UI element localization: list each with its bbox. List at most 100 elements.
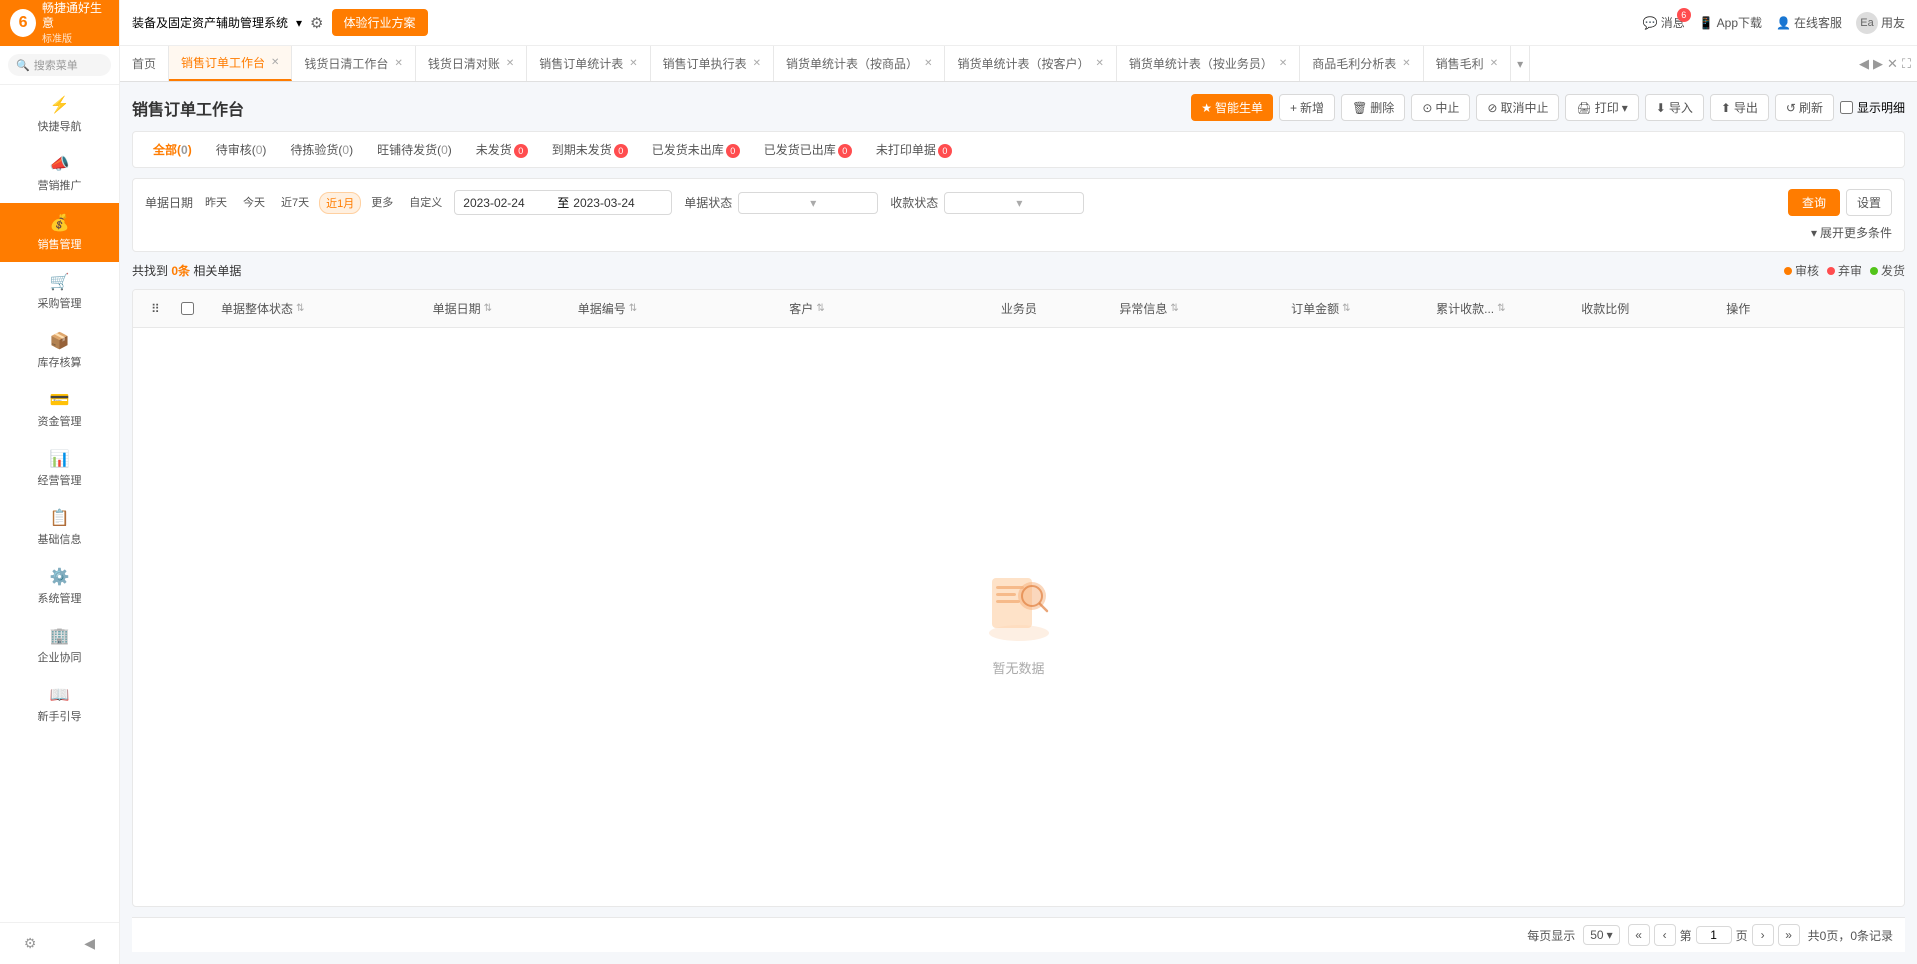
shortcut-yesterday[interactable]: 昨天 bbox=[199, 192, 233, 214]
batch-audit-btn[interactable]: 审核 bbox=[1784, 262, 1819, 279]
import-btn[interactable]: ⬇ 导入 bbox=[1645, 94, 1704, 121]
filter-tab-unprinted[interactable]: 未打印单据0 bbox=[866, 138, 962, 161]
tab-cash-reconcile[interactable]: 钱货日清对账 ✕ bbox=[416, 46, 527, 81]
per-page-select[interactable]: 50 ▾ bbox=[1583, 925, 1619, 945]
sidebar-item-corp[interactable]: 🏢 企业协同 bbox=[0, 616, 119, 675]
sidebar-item-sales[interactable]: 💰 销售管理 bbox=[0, 203, 119, 262]
sidebar-item-quick[interactable]: ⚡ 快捷导航 bbox=[0, 85, 119, 144]
tab-home[interactable]: 首页 bbox=[120, 46, 169, 81]
tab-close-icon[interactable]: ✕ bbox=[1095, 58, 1103, 69]
sidebar-item-finance[interactable]: 💳 资金管理 bbox=[0, 380, 119, 439]
tab-sales-order-workbench[interactable]: 销售订单工作台 ✕ bbox=[169, 46, 292, 81]
topbar-settings-btn[interactable]: ⚙ bbox=[310, 14, 323, 32]
tab-next-icon[interactable]: ▶ bbox=[1873, 56, 1883, 72]
tab-close-icon[interactable]: ✕ bbox=[394, 58, 402, 69]
solution-button[interactable]: 体验行业方案 bbox=[332, 9, 428, 36]
sidebar-collapse-btn[interactable]: ◀ bbox=[80, 931, 99, 956]
th-customer[interactable]: 客户 ⇅ bbox=[783, 300, 995, 317]
sidebar-item-purchase[interactable]: 🛒 采购管理 bbox=[0, 262, 119, 321]
stop-btn[interactable]: ⊙ 中止 bbox=[1411, 94, 1470, 121]
sidebar-item-system[interactable]: ⚙️ 系统管理 bbox=[0, 557, 119, 616]
th-checkbox[interactable] bbox=[175, 302, 215, 315]
th-exception[interactable]: 异常信息 ⇅ bbox=[1113, 300, 1285, 317]
first-page-btn[interactable]: « bbox=[1628, 924, 1650, 946]
filter-tab-all[interactable]: 全部(0) bbox=[143, 138, 202, 161]
shortcut-7days[interactable]: 近7天 bbox=[275, 192, 315, 214]
tab-close-icon[interactable]: ✕ bbox=[924, 58, 932, 69]
filter-tab-overdue[interactable]: 到期未发货0 bbox=[542, 138, 638, 161]
tab-sales-stat[interactable]: 销售订单统计表 ✕ bbox=[527, 46, 650, 81]
last-page-btn[interactable]: » bbox=[1778, 924, 1800, 946]
sidebar-item-guide[interactable]: 📖 新手引导 bbox=[0, 675, 119, 734]
tab-close-icon[interactable]: ✕ bbox=[1279, 58, 1287, 69]
th-collected[interactable]: 累计收款... ⇅ bbox=[1430, 300, 1575, 317]
cancel-stop-btn[interactable]: ⊘ 取消中止 bbox=[1476, 94, 1559, 121]
filter-tab-wangpu[interactable]: 旺铺待发货(0) bbox=[367, 138, 462, 161]
filter-tab-pending[interactable]: 待审核(0) bbox=[206, 138, 277, 161]
show-detail-label[interactable]: 显示明细 bbox=[1840, 99, 1905, 116]
print-btn[interactable]: 🖨 打印 ▾ bbox=[1565, 94, 1638, 121]
prev-page-btn[interactable]: ‹ bbox=[1654, 924, 1676, 946]
messages-btn[interactable]: 💬 消息 6 bbox=[1643, 14, 1685, 31]
th-amount[interactable]: 订单金额 ⇅ bbox=[1285, 300, 1430, 317]
next-page-btn[interactable]: › bbox=[1752, 924, 1774, 946]
shortcut-1month[interactable]: 近1月 bbox=[319, 192, 361, 214]
app-download-btn[interactable]: 📱 App下载 bbox=[1699, 14, 1762, 31]
sidebar-item-basic[interactable]: 📋 基础信息 bbox=[0, 498, 119, 557]
sort-icon: ⇅ bbox=[816, 303, 824, 314]
tab-sales-summary-staff[interactable]: 销货单统计表（按业务员） ✕ bbox=[1117, 46, 1300, 81]
user-menu-btn[interactable]: Ea 用友 bbox=[1856, 12, 1905, 34]
select-all-checkbox[interactable] bbox=[181, 302, 194, 315]
sidebar-item-operation[interactable]: 📊 经营管理 bbox=[0, 439, 119, 498]
tab-close-icon[interactable]: ✕ bbox=[271, 57, 279, 68]
total-records: 共0页，0条记录 bbox=[1808, 927, 1893, 944]
filter-tab-shipped-out[interactable]: 已发货已出库0 bbox=[754, 138, 862, 161]
tab-close-icon[interactable]: ✕ bbox=[629, 58, 637, 69]
filter-tab-shipped-no-out[interactable]: 已发货未出库0 bbox=[642, 138, 750, 161]
tab-sales-summary-prod[interactable]: 销货单统计表（按商品） ✕ bbox=[774, 46, 945, 81]
tab-close-icon[interactable]: ✕ bbox=[1490, 58, 1498, 69]
smart-order-btn[interactable]: ★ 智能生单 bbox=[1191, 94, 1273, 121]
online-service-btn[interactable]: 👤 在线客服 bbox=[1776, 14, 1842, 31]
th-status[interactable]: 单据整体状态 ⇅ bbox=[215, 300, 427, 317]
sidebar-item-marketing[interactable]: 📣 营销推广 bbox=[0, 144, 119, 203]
show-detail-checkbox[interactable] bbox=[1840, 101, 1853, 114]
tab-sales-summary-cust[interactable]: 销货单统计表（按客户） ✕ bbox=[945, 46, 1116, 81]
expand-filters-btn[interactable]: ▾ 展开更多条件 bbox=[1811, 224, 1892, 241]
shortcut-custom[interactable]: 自定义 bbox=[403, 192, 448, 214]
export-btn[interactable]: ⬆ 导出 bbox=[1710, 94, 1769, 121]
filter-tab-pending-ship[interactable]: 待拣验货(0) bbox=[280, 138, 363, 161]
filter-settings-btn[interactable]: 设置 bbox=[1846, 189, 1892, 216]
refresh-btn[interactable]: ↺ 刷新 bbox=[1775, 94, 1834, 121]
tab-margin[interactable]: 商品毛利分析表 ✕ bbox=[1300, 46, 1423, 81]
tab-cash-daily[interactable]: 钱货日清工作台 ✕ bbox=[292, 46, 415, 81]
sidebar-item-stock[interactable]: 📦 库存核算 bbox=[0, 321, 119, 380]
tab-close-icon[interactable]: ✕ bbox=[753, 58, 761, 69]
sidebar-settings-btn[interactable]: ⚙ bbox=[20, 931, 41, 956]
delete-btn[interactable]: 🗑 删除 bbox=[1341, 94, 1405, 121]
th-date[interactable]: 单据日期 ⇅ bbox=[427, 300, 572, 317]
tab-close-all-icon[interactable]: ✕ bbox=[1887, 56, 1898, 72]
search-btn[interactable]: 查询 bbox=[1788, 189, 1840, 216]
shortcut-today[interactable]: 今天 bbox=[237, 192, 271, 214]
tab-sales-more[interactable]: 销售毛利 ✕ bbox=[1424, 46, 1511, 81]
th-no[interactable]: 单据编号 ⇅ bbox=[572, 300, 784, 317]
tab-prev-icon[interactable]: ◀ bbox=[1859, 56, 1869, 72]
batch-cancel-audit-btn[interactable]: 弃审 bbox=[1827, 262, 1862, 279]
tab-close-icon[interactable]: ✕ bbox=[1402, 58, 1410, 69]
date-end-input[interactable] bbox=[573, 196, 663, 210]
page-number-input[interactable] bbox=[1696, 926, 1732, 944]
add-order-btn[interactable]: + 新增 bbox=[1279, 94, 1335, 121]
batch-ship-btn[interactable]: 发货 bbox=[1870, 262, 1905, 279]
tab-more-btn[interactable]: ▾ bbox=[1511, 46, 1530, 81]
payment-select[interactable]: ▾ bbox=[944, 192, 1084, 214]
filter-tab-unshipped[interactable]: 未发货0 bbox=[466, 138, 538, 161]
tab-sales-exec[interactable]: 销售订单执行表 ✕ bbox=[651, 46, 774, 81]
tab-close-icon[interactable]: ✕ bbox=[506, 58, 514, 69]
sidebar-search-box[interactable]: 🔍 搜索菜单 bbox=[8, 54, 111, 76]
date-start-input[interactable] bbox=[463, 196, 553, 210]
status-select[interactable]: ▾ bbox=[738, 192, 878, 214]
th-staff[interactable]: 业务员 bbox=[995, 300, 1113, 317]
tab-fullscreen-icon[interactable]: ⛶ bbox=[1902, 56, 1911, 72]
shortcut-more[interactable]: 更多 bbox=[365, 192, 399, 214]
